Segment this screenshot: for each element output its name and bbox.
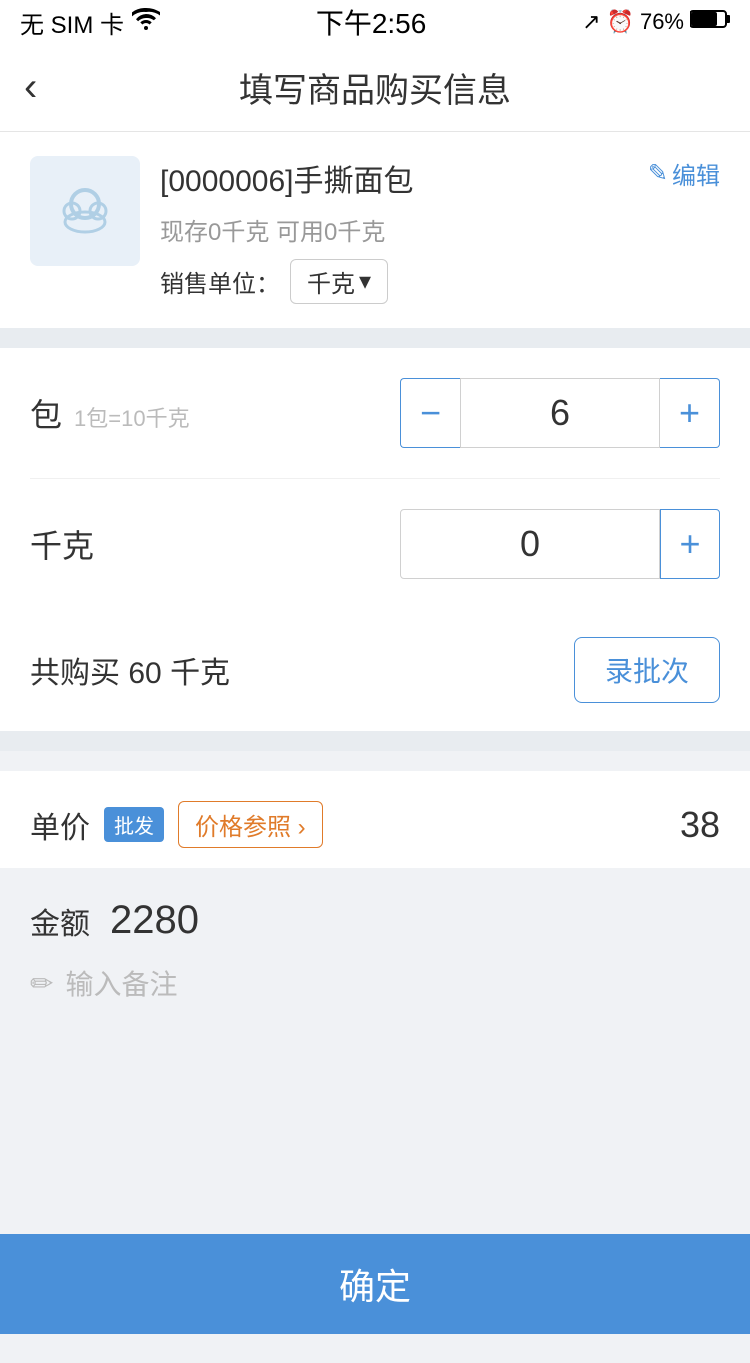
- bag-input-row: 包 1包=10千克 − +: [30, 348, 720, 479]
- summary-section: 共购买 60 千克 录批次: [0, 609, 750, 731]
- product-card: [0000006]手撕面包 现存0千克 可用0千克 销售单位： 千克 ▾ ✎ 编…: [0, 132, 750, 328]
- kg-increase-button[interactable]: +: [660, 509, 720, 579]
- amount-value: 2280: [110, 898, 199, 943]
- section-divider-2: [0, 731, 750, 751]
- price-label: 单价: [30, 803, 90, 847]
- note-placeholder: 输入备注: [65, 963, 177, 1003]
- unit-select[interactable]: 千克 ▾: [290, 259, 388, 304]
- amount-row: 金额 2280: [30, 898, 720, 943]
- price-value: 38: [680, 804, 720, 846]
- back-button[interactable]: ‹: [24, 65, 37, 110]
- confirm-button[interactable]: 确定: [0, 1234, 750, 1334]
- kg-label: 千克: [30, 521, 94, 567]
- unit-label: 销售单位：: [160, 264, 280, 299]
- bag-hint: 1包=10千克: [74, 401, 190, 433]
- status-bar-left: 无 SIM 卡: [20, 5, 160, 40]
- page-title: 填写商品购买信息: [239, 63, 511, 112]
- summary-amount: 60: [128, 657, 170, 690]
- product-stock: 现存0千克 可用0千克: [160, 212, 628, 247]
- product-card-actions: ✎ 编辑: [648, 156, 720, 191]
- bag-label: 包 1包=10千克: [30, 390, 190, 436]
- status-bar: 无 SIM 卡 下午2:56 ↗ ⏰ 76%: [0, 0, 750, 44]
- section-divider-1: [0, 328, 750, 348]
- alarm-icon: ⏰: [607, 9, 634, 35]
- bag-increase-button[interactable]: +: [660, 378, 720, 448]
- edit-icon: ✎: [648, 159, 668, 188]
- kg-input-row: 千克 +: [30, 479, 720, 609]
- price-reference-button[interactable]: 价格参照 ›: [178, 801, 323, 848]
- note-row[interactable]: ✏ 输入备注: [30, 963, 720, 1003]
- sim-label: 无 SIM 卡: [20, 5, 124, 40]
- chevron-down-icon: ▾: [359, 267, 371, 296]
- wifi-icon: [132, 8, 160, 37]
- price-left: 单价 批发 价格参照 ›: [30, 801, 323, 848]
- summary-text: 共购买 60 千克: [30, 648, 230, 692]
- edit-button[interactable]: ✎ 编辑: [648, 156, 720, 191]
- kg-quantity-input[interactable]: [400, 509, 660, 579]
- price-section: 单价 批发 价格参照 › 38: [0, 771, 750, 868]
- bag-quantity-control: − +: [400, 378, 720, 448]
- amount-section: 金额 2280 ✏ 输入备注: [0, 868, 750, 1013]
- status-bar-right: ↗ ⏰ 76%: [582, 9, 730, 35]
- product-thumbnail: [30, 156, 140, 266]
- bag-decrease-button[interactable]: −: [400, 378, 460, 448]
- note-icon: ✏: [30, 967, 53, 1000]
- nav-bar: ‹ 填写商品购买信息: [0, 44, 750, 132]
- product-info: [0000006]手撕面包 现存0千克 可用0千克 销售单位： 千克 ▾: [160, 156, 628, 304]
- kg-quantity-control: +: [400, 509, 720, 579]
- battery-label: 76%: [640, 9, 684, 35]
- wholesale-tag: 批发: [104, 807, 164, 842]
- status-bar-time: 下午2:56: [316, 2, 427, 42]
- product-unit-row: 销售单位： 千克 ▾: [160, 259, 628, 304]
- batch-button[interactable]: 录批次: [574, 637, 720, 703]
- battery-icon: [690, 9, 730, 35]
- input-section: 包 1包=10千克 − + 千克 +: [0, 348, 750, 609]
- bag-quantity-input[interactable]: [460, 378, 660, 448]
- price-row: 单价 批发 价格参照 › 38: [30, 801, 720, 848]
- amount-label: 金额: [30, 899, 90, 943]
- location-icon: ↗: [582, 9, 600, 35]
- product-name: [0000006]手撕面包: [160, 156, 628, 200]
